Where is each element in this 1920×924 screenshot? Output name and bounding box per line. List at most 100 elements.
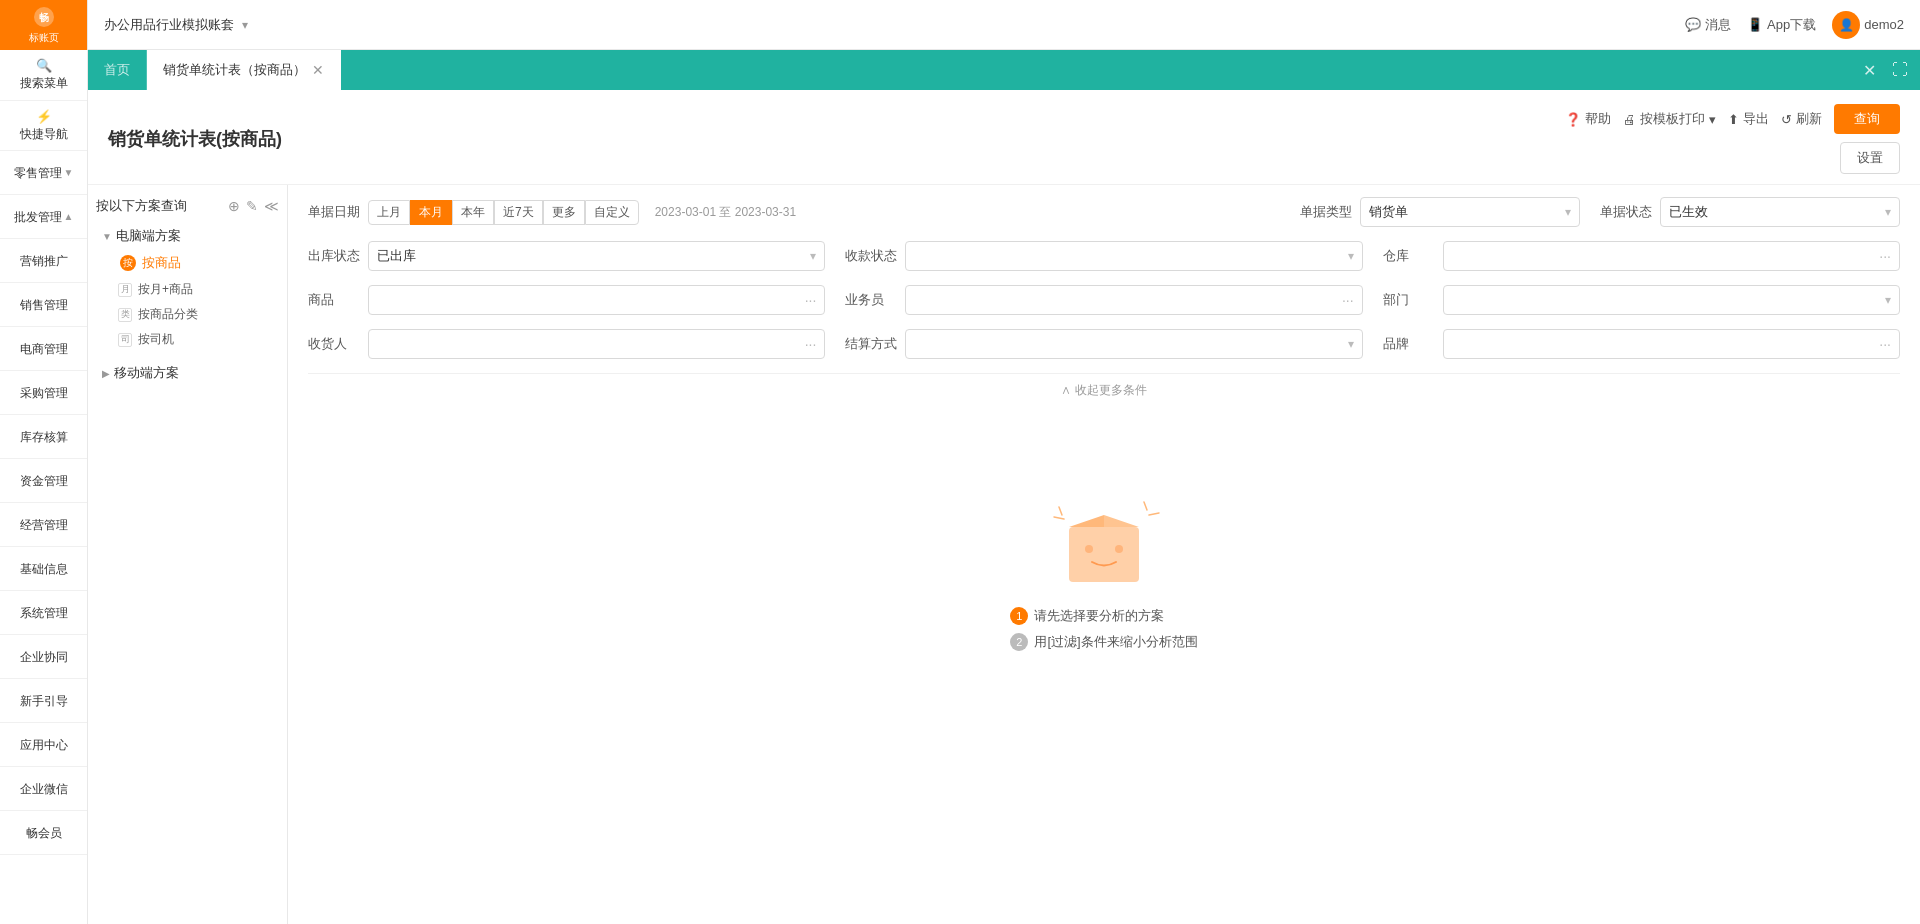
out-value: 已出库: [377, 247, 416, 265]
tab-bar: 首页 销货单统计表（按商品） ✕ ✕ ⛶: [88, 50, 1920, 90]
sidebar-item-system[interactable]: 系统管理: [0, 591, 87, 635]
warehouse-input[interactable]: ···: [1443, 241, 1900, 271]
status-input[interactable]: 已生效 ▾: [1660, 197, 1900, 227]
export-icon: ⬆: [1728, 112, 1739, 127]
tab-home[interactable]: 首页: [88, 50, 147, 90]
hint-num-2: 2: [1010, 633, 1028, 651]
tree-header-desktop[interactable]: ▼ 电脑端方案: [96, 223, 279, 249]
date-pill-more[interactable]: 更多: [543, 200, 585, 225]
status-value: 已生效: [1669, 203, 1708, 221]
sidebar-item-retail[interactable]: 零售管理 ▼: [0, 151, 87, 195]
avatar-icon: 👤: [1839, 18, 1854, 32]
brand-dots-icon[interactable]: ···: [1879, 336, 1891, 352]
svg-line-7: [1144, 502, 1147, 510]
sidebar-item-inventory[interactable]: 库存核算: [0, 415, 87, 459]
user-menu[interactable]: 👤 demo2: [1832, 11, 1904, 39]
sidebar-item-quicknav[interactable]: ⚡ 快捷导航: [0, 101, 87, 152]
query-button[interactable]: 查询: [1834, 104, 1900, 134]
goods-cat-icon: 类: [118, 308, 132, 322]
sidebar-item-member[interactable]: 畅会员: [0, 811, 87, 855]
receiver-input[interactable]: ···: [368, 329, 825, 359]
edit-scheme-btn[interactable]: ✎: [246, 198, 258, 214]
sidebar-item-sales[interactable]: 销售管理: [0, 283, 87, 327]
sidebar-item-appcenter[interactable]: 应用中心: [0, 723, 87, 767]
goods-label: 商品: [308, 291, 360, 309]
help-label: 帮助: [1585, 110, 1611, 128]
staff-input[interactable]: ···: [905, 285, 1362, 315]
payment-input[interactable]: ▾: [905, 329, 1362, 359]
warehouse-dots-icon[interactable]: ···: [1879, 248, 1891, 264]
svg-line-5: [1059, 507, 1062, 515]
date-pill-custom[interactable]: 自定义: [585, 200, 639, 225]
brand-input[interactable]: ···: [1443, 329, 1900, 359]
help-btn[interactable]: ❓ 帮助: [1565, 110, 1611, 128]
page-title: 销货单统计表(按商品): [108, 127, 282, 151]
sidebar-item-ops[interactable]: 经营管理: [0, 503, 87, 547]
setting-button[interactable]: 设置: [1840, 142, 1900, 174]
sidebar-item-finance[interactable]: 资金管理: [0, 459, 87, 503]
window-close-btn[interactable]: ✕: [1859, 57, 1880, 84]
sidebar-item-search[interactable]: 🔍 搜索菜单: [0, 50, 87, 101]
tree-item-driver-label: 按司机: [138, 331, 174, 348]
tree-item-by-goods[interactable]: 按 按商品: [112, 249, 279, 277]
print-btn[interactable]: 🖨 按模板打印 ▾: [1623, 110, 1716, 128]
tree-item-driver[interactable]: 司 按司机: [112, 327, 279, 352]
header-dropdown-icon[interactable]: ▾: [242, 18, 248, 32]
goods-input[interactable]: ···: [368, 285, 825, 315]
date-pill-thismonth[interactable]: 本月: [410, 200, 452, 225]
staff-label: 业务员: [845, 291, 897, 309]
desktop-section-label: 电脑端方案: [116, 227, 181, 245]
mobile-section-label: 移动端方案: [114, 364, 179, 382]
sidebar-item-purchase[interactable]: 采购管理: [0, 371, 87, 415]
type-input[interactable]: 销货单 ▾: [1360, 197, 1580, 227]
tab-home-label: 首页: [104, 61, 130, 79]
app-download-btn[interactable]: 📱 App下载: [1747, 16, 1816, 34]
refresh-btn[interactable]: ↺ 刷新: [1781, 110, 1822, 128]
out-dropdown-icon: ▾: [810, 249, 816, 263]
export-btn[interactable]: ⬆ 导出: [1728, 110, 1769, 128]
goods-dots-icon[interactable]: ···: [805, 292, 817, 308]
tab-current[interactable]: 销货单统计表（按商品） ✕: [147, 50, 341, 90]
tab-bar-actions: ✕ ⛶: [1851, 50, 1920, 90]
receiver-dots-icon[interactable]: ···: [805, 336, 817, 352]
date-pill-lastmonth[interactable]: 上月: [368, 200, 410, 225]
right-panel: 单据日期 上月 本月 本年 近7天 更多 自定义 2023-03-01 至 20…: [288, 185, 1920, 924]
two-panel: 按以下方案查询 ⊕ ✎ ≪ ▼ 电脑端方案: [88, 185, 1920, 924]
filter-item-type: 单据类型 销货单 ▾: [1300, 197, 1580, 227]
window-maximize-btn[interactable]: ⛶: [1888, 57, 1912, 83]
month-goods-icon: 月: [118, 283, 132, 297]
filter-item-brand: 品牌 ···: [1383, 329, 1900, 359]
tree-item-month-goods[interactable]: 月 按月+商品: [112, 277, 279, 302]
sidebar-item-guide-label: 新手引导: [20, 694, 68, 710]
payment-label: 结算方式: [845, 335, 897, 353]
sidebar-item-inventory-label: 库存核算: [20, 430, 68, 446]
date-pill-7days[interactable]: 近7天: [494, 200, 543, 225]
message-label: 消息: [1705, 16, 1731, 34]
quicknav-icon: ⚡: [36, 109, 52, 124]
sidebar-item-guide[interactable]: 新手引导: [0, 679, 87, 723]
content-inner: 销货单统计表(按商品) ❓ 帮助 🖨 按模板打印 ▾ ⬆: [88, 90, 1920, 924]
out-input[interactable]: 已出库 ▾: [368, 241, 825, 271]
collapse-conditions-btn[interactable]: ∧ 收起更多条件: [308, 373, 1900, 407]
top-header: 办公用品行业模拟账套 ▾ 💬 消息 📱 App下载 👤 demo2: [88, 0, 1920, 50]
dept-input[interactable]: ▾: [1443, 285, 1900, 315]
sidebar-item-marketing[interactable]: 营销推广: [0, 239, 87, 283]
print-icon: 🖨: [1623, 112, 1636, 127]
tree-header-mobile[interactable]: ▶ 移动端方案: [96, 360, 279, 386]
tree-section-mobile: ▶ 移动端方案: [96, 360, 279, 386]
tab-close-icon[interactable]: ✕: [312, 62, 324, 78]
add-scheme-btn[interactable]: ⊕: [228, 198, 240, 214]
tree-item-goods-cat[interactable]: 类 按商品分类: [112, 302, 279, 327]
collapse-panel-btn[interactable]: ≪: [264, 198, 279, 214]
staff-dots-icon[interactable]: ···: [1342, 292, 1354, 308]
sidebar-item-sales-label: 销售管理: [20, 298, 68, 314]
recv-input[interactable]: ▾: [905, 241, 1362, 271]
brand-label: 品牌: [1383, 335, 1435, 353]
sidebar-item-corpwechat[interactable]: 企业微信: [0, 767, 87, 811]
date-pill-thisyear[interactable]: 本年: [452, 200, 494, 225]
sidebar-item-wholesale[interactable]: 批发管理 ▲: [0, 195, 87, 239]
sidebar-item-corp[interactable]: 企业协同: [0, 635, 87, 679]
message-btn[interactable]: 💬 消息: [1685, 16, 1731, 34]
sidebar-item-ecom[interactable]: 电商管理: [0, 327, 87, 371]
sidebar-item-basic[interactable]: 基础信息: [0, 547, 87, 591]
